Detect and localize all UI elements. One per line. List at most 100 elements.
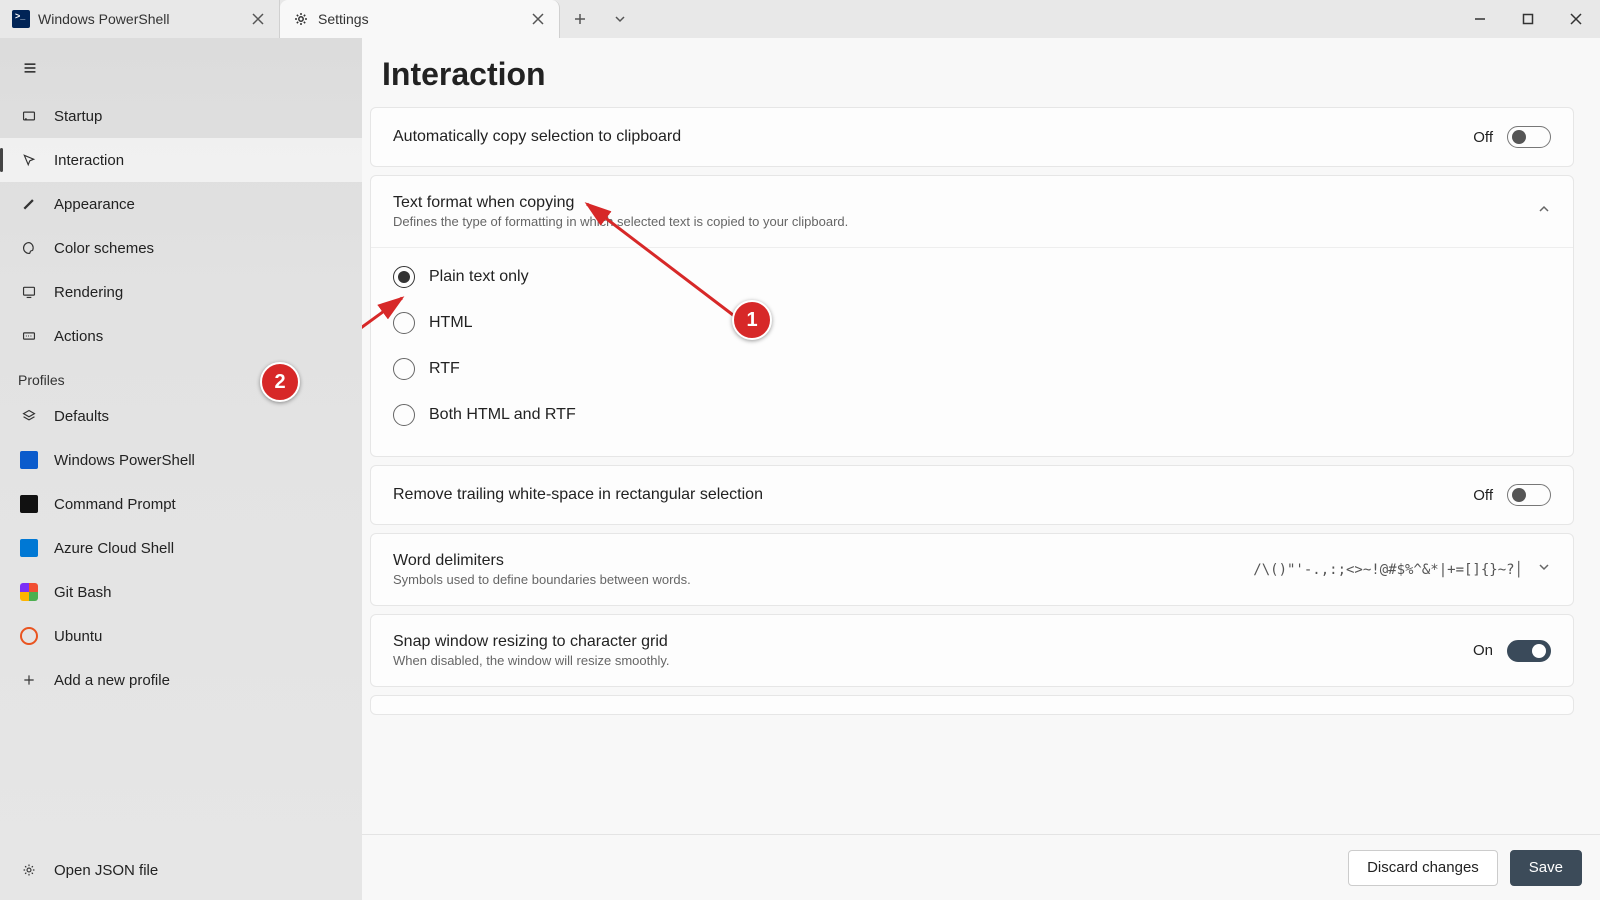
toggle-trailing-whitespace[interactable] bbox=[1507, 484, 1551, 506]
radio-label: HTML bbox=[429, 314, 473, 332]
radio-icon bbox=[393, 358, 415, 380]
sidebar-item-label: Git Bash bbox=[54, 584, 112, 601]
setting-title: Word delimiters bbox=[393, 552, 1239, 570]
palette-icon bbox=[20, 239, 38, 257]
setting-word-delimiters[interactable]: Word delimiters Symbols used to define b… bbox=[370, 533, 1574, 606]
tab-label: Windows PowerShell bbox=[38, 11, 241, 27]
tab-label: Settings bbox=[318, 11, 521, 27]
monitor-icon bbox=[20, 283, 38, 301]
startup-icon bbox=[20, 107, 38, 125]
toggle-state: Off bbox=[1473, 487, 1493, 504]
radio-icon bbox=[393, 404, 415, 426]
git-bash-icon bbox=[20, 583, 38, 601]
discard-changes-button[interactable]: Discard changes bbox=[1348, 850, 1498, 886]
radio-both[interactable]: Both HTML and RTF bbox=[393, 392, 1551, 438]
sidebar-item-actions[interactable]: Actions bbox=[0, 314, 362, 358]
setting-text-format: Text format when copying Defines the typ… bbox=[370, 175, 1574, 457]
sidebar-item-label: Defaults bbox=[54, 408, 109, 425]
tab-settings[interactable]: Settings bbox=[280, 0, 560, 38]
tab-powershell[interactable]: Windows PowerShell bbox=[0, 0, 280, 38]
sidebar-item-label: Color schemes bbox=[54, 240, 154, 257]
sidebar-item-profile-powershell[interactable]: Windows PowerShell bbox=[0, 438, 362, 482]
sidebar-item-label: Add a new profile bbox=[54, 672, 170, 689]
radio-icon bbox=[393, 266, 415, 288]
setting-title: Text format when copying bbox=[393, 194, 1523, 212]
setting-header-text-format[interactable]: Text format when copying Defines the typ… bbox=[371, 176, 1573, 247]
page-title: Interaction bbox=[362, 38, 1600, 107]
setting-description: Symbols used to define boundaries betwee… bbox=[393, 572, 1239, 587]
chevron-up-icon bbox=[1537, 202, 1551, 221]
sidebar-item-profile-cmd[interactable]: Command Prompt bbox=[0, 482, 362, 526]
gear-icon bbox=[20, 861, 38, 879]
sidebar-item-interaction[interactable]: Interaction bbox=[0, 138, 362, 182]
maximize-button[interactable] bbox=[1504, 0, 1552, 38]
sidebar-item-label: Windows PowerShell bbox=[54, 452, 195, 469]
hamburger-button[interactable] bbox=[8, 46, 52, 90]
toggle-state: On bbox=[1473, 642, 1493, 659]
sidebar-item-label: Azure Cloud Shell bbox=[54, 540, 174, 557]
sidebar-item-defaults[interactable]: Defaults bbox=[0, 394, 362, 438]
gear-icon bbox=[292, 10, 310, 28]
sidebar-item-rendering[interactable]: Rendering bbox=[0, 270, 362, 314]
radio-label: RTF bbox=[429, 360, 460, 378]
sidebar-item-color-schemes[interactable]: Color schemes bbox=[0, 226, 362, 270]
profiles-header: Profiles bbox=[0, 358, 362, 394]
sidebar-item-add-profile[interactable]: Add a new profile bbox=[0, 658, 362, 702]
plus-icon bbox=[20, 671, 38, 689]
sidebar-item-startup[interactable]: Startup bbox=[0, 94, 362, 138]
radio-rtf[interactable]: RTF bbox=[393, 346, 1551, 392]
azure-icon bbox=[20, 539, 38, 557]
keyboard-icon bbox=[20, 327, 38, 345]
toggle-state: Off bbox=[1473, 129, 1493, 146]
setting-snap-resize[interactable]: Snap window resizing to character grid W… bbox=[370, 614, 1574, 687]
sidebar-item-label: Command Prompt bbox=[54, 496, 176, 513]
setting-title: Automatically copy selection to clipboar… bbox=[393, 128, 1459, 146]
text-format-options: Plain text only HTML RTF Both HTML and R… bbox=[371, 248, 1573, 456]
sidebar-item-label: Ubuntu bbox=[54, 628, 102, 645]
setting-description: Defines the type of formatting in which … bbox=[393, 214, 1523, 229]
setting-trailing-whitespace[interactable]: Remove trailing white-space in rectangul… bbox=[370, 465, 1574, 525]
toggle-snap-resize[interactable] bbox=[1507, 640, 1551, 662]
settings-scroll[interactable]: Automatically copy selection to clipboar… bbox=[362, 107, 1600, 834]
sidebar-item-open-json[interactable]: Open JSON file bbox=[0, 848, 362, 892]
sidebar-item-label: Actions bbox=[54, 328, 103, 345]
footer: Discard changes Save bbox=[362, 834, 1600, 900]
close-window-button[interactable] bbox=[1552, 0, 1600, 38]
sidebar-item-profile-ubuntu[interactable]: Ubuntu bbox=[0, 614, 362, 658]
tab-dropdown-button[interactable] bbox=[600, 0, 640, 38]
sidebar-item-profile-azure[interactable]: Azure Cloud Shell bbox=[0, 526, 362, 570]
radio-icon bbox=[393, 312, 415, 334]
setting-auto-copy[interactable]: Automatically copy selection to clipboar… bbox=[370, 107, 1574, 167]
appearance-icon bbox=[20, 195, 38, 213]
radio-plain-text[interactable]: Plain text only bbox=[393, 254, 1551, 300]
cmd-icon bbox=[20, 495, 38, 513]
sidebar-item-profile-git-bash[interactable]: Git Bash bbox=[0, 570, 362, 614]
radio-label: Both HTML and RTF bbox=[429, 406, 576, 424]
sidebar-item-label: Startup bbox=[54, 108, 102, 125]
interaction-icon bbox=[20, 151, 38, 169]
powershell-icon bbox=[20, 451, 38, 469]
close-icon[interactable] bbox=[249, 10, 267, 28]
radio-html[interactable]: HTML bbox=[393, 300, 1551, 346]
toggle-auto-copy[interactable] bbox=[1507, 126, 1551, 148]
sidebar-item-appearance[interactable]: Appearance bbox=[0, 182, 362, 226]
new-tab-button[interactable] bbox=[560, 0, 600, 38]
minimize-button[interactable] bbox=[1456, 0, 1504, 38]
sidebar-item-label: Interaction bbox=[54, 152, 124, 169]
main-content: Interaction Automatically copy selection… bbox=[362, 38, 1600, 900]
sidebar-item-label: Appearance bbox=[54, 196, 135, 213]
setting-title: Remove trailing white-space in rectangul… bbox=[393, 486, 1459, 504]
word-delimiters-value: /\()"'-.,:;<>~!@#$%^&*|+=[]{}~?│ bbox=[1253, 562, 1523, 578]
sidebar: Startup Interaction Appearance Color sch… bbox=[0, 38, 362, 900]
nav-general: Startup Interaction Appearance Color sch… bbox=[0, 94, 362, 358]
ubuntu-icon bbox=[20, 627, 38, 645]
radio-label: Plain text only bbox=[429, 268, 529, 286]
powershell-icon bbox=[12, 10, 30, 28]
setting-description: When disabled, the window will resize sm… bbox=[393, 653, 1459, 668]
layers-icon bbox=[20, 407, 38, 425]
titlebar: Windows PowerShell Settings bbox=[0, 0, 1600, 38]
nav-profiles: Defaults Windows PowerShell Command Prom… bbox=[0, 394, 362, 702]
close-icon[interactable] bbox=[529, 10, 547, 28]
sidebar-item-label: Rendering bbox=[54, 284, 123, 301]
save-button[interactable]: Save bbox=[1510, 850, 1582, 886]
